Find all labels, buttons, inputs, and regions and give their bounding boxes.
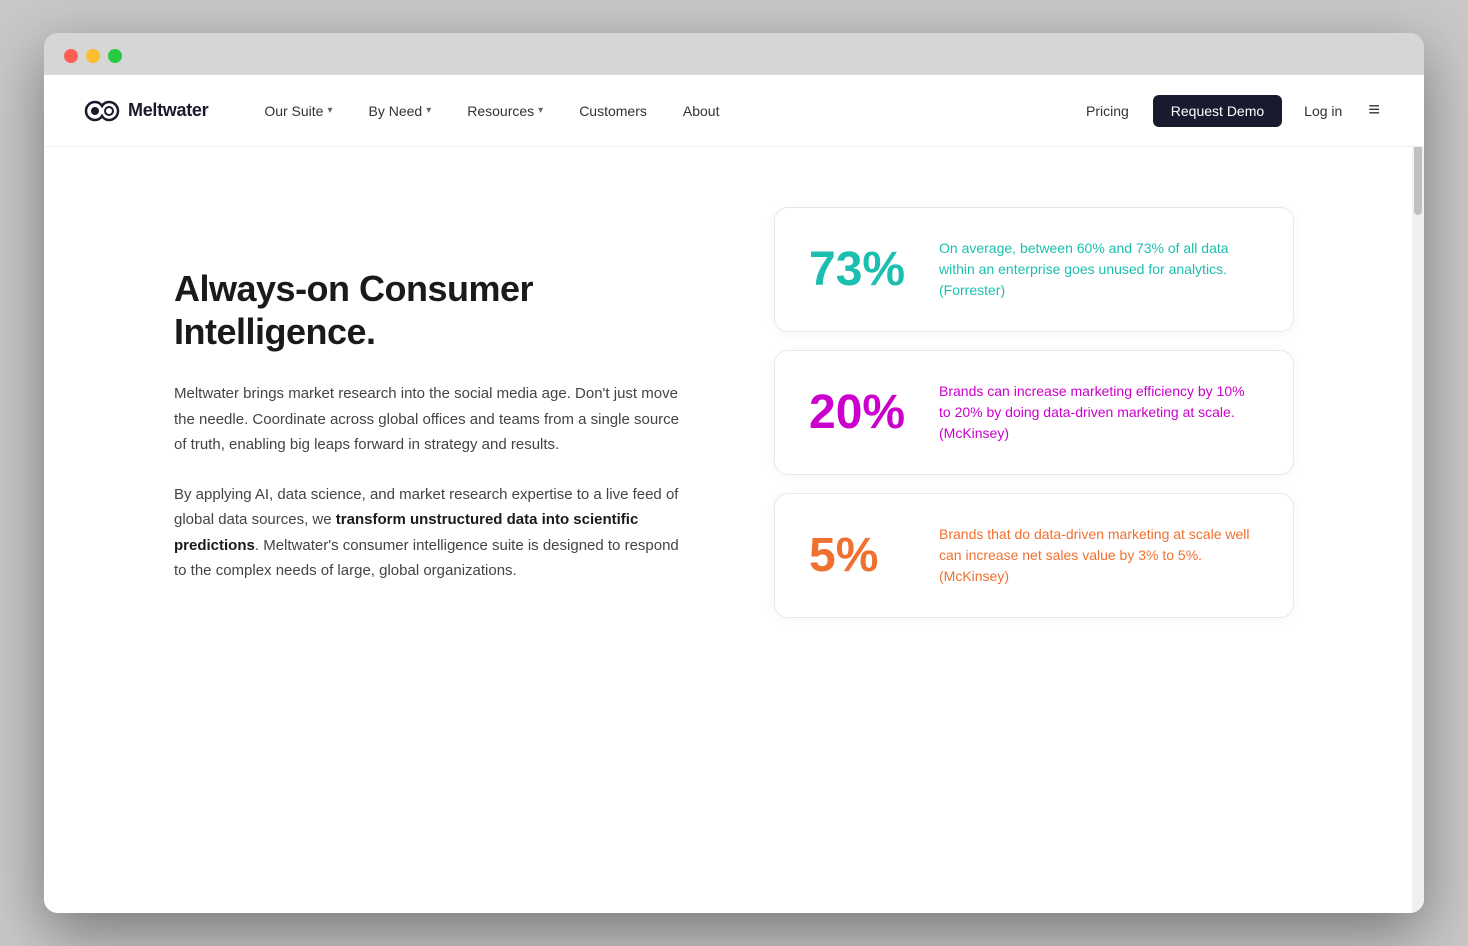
nav-item-customers[interactable]: Customers: [563, 95, 663, 127]
page-inner: Always-on Consumer Intelligence. Meltwat…: [94, 147, 1374, 698]
browser-content: Meltwater Our Suite ▾ By Need ▾ Resource…: [44, 75, 1424, 913]
browser-dots: [64, 49, 1404, 63]
stat-number-5: 5%: [809, 532, 909, 580]
stat-desc-73: On average, between 60% and 73% of all d…: [939, 238, 1259, 301]
nav-item-resources[interactable]: Resources ▾: [451, 95, 559, 127]
stat-card-20: 20% Brands can increase marketing effici…: [774, 350, 1294, 475]
dot-maximize[interactable]: [108, 49, 122, 63]
chevron-down-icon: ▾: [426, 105, 431, 116]
stat-number-20: 20%: [809, 389, 909, 437]
browser-window: Meltwater Our Suite ▾ By Need ▾ Resource…: [44, 33, 1424, 913]
nav-item-by-need[interactable]: By Need ▾: [353, 95, 448, 127]
nav-main: Our Suite ▾ By Need ▾ Resources ▾ Custom…: [248, 95, 1070, 127]
logo-icon: [84, 100, 120, 122]
chevron-down-icon: ▾: [538, 105, 543, 116]
right-column: 73% On average, between 60% and 73% of a…: [774, 207, 1294, 618]
hamburger-icon[interactable]: ≡: [1364, 95, 1384, 126]
dot-close[interactable]: [64, 49, 78, 63]
hero-title: Always-on Consumer Intelligence.: [174, 267, 694, 353]
main-content: Always-on Consumer Intelligence. Meltwat…: [44, 147, 1424, 913]
login-button[interactable]: Log in: [1290, 95, 1356, 127]
stat-card-5: 5% Brands that do data-driven marketing …: [774, 493, 1294, 618]
chevron-down-icon: ▾: [327, 105, 332, 116]
browser-scrollbar[interactable]: [1412, 75, 1424, 913]
left-column: Always-on Consumer Intelligence. Meltwat…: [174, 207, 694, 608]
nav-item-pricing[interactable]: Pricing: [1070, 95, 1145, 127]
stat-card-73: 73% On average, between 60% and 73% of a…: [774, 207, 1294, 332]
request-demo-button[interactable]: Request Demo: [1153, 95, 1282, 127]
navbar: Meltwater Our Suite ▾ By Need ▾ Resource…: [44, 75, 1424, 147]
logo[interactable]: Meltwater: [84, 100, 208, 122]
dot-minimize[interactable]: [86, 49, 100, 63]
hero-body-1: Meltwater brings market research into th…: [174, 381, 694, 458]
browser-chrome: [44, 33, 1424, 75]
hero-body-2: By applying AI, data science, and market…: [174, 482, 694, 584]
nav-item-about[interactable]: About: [667, 95, 736, 127]
nav-item-our-suite[interactable]: Our Suite ▾: [248, 95, 348, 127]
stat-desc-20: Brands can increase marketing efficiency…: [939, 381, 1259, 444]
nav-right: Pricing Request Demo Log in ≡: [1070, 95, 1384, 127]
stat-number-73: 73%: [809, 246, 909, 294]
logo-text: Meltwater: [128, 100, 208, 121]
stat-desc-5: Brands that do data-driven marketing at …: [939, 524, 1259, 587]
